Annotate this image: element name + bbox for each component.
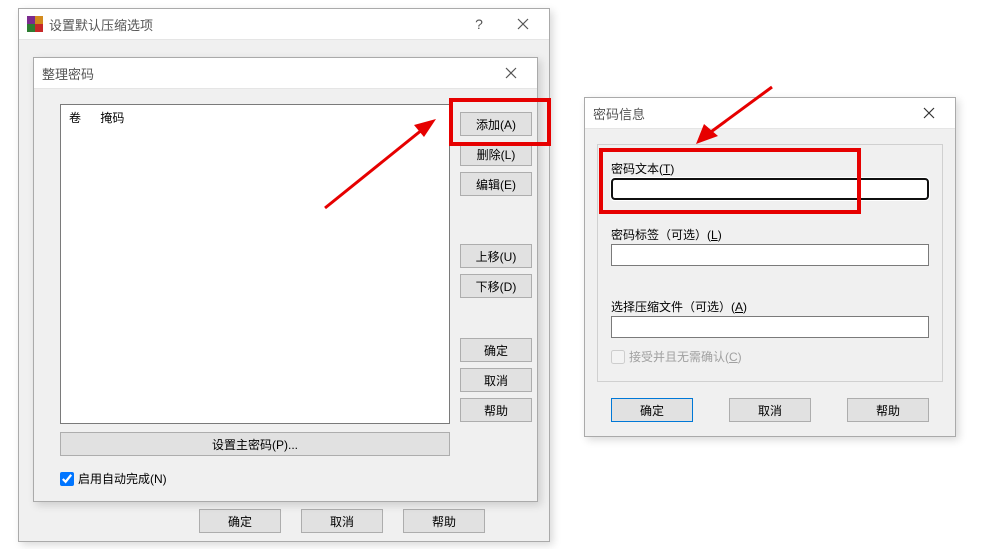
- parent-cancel-button[interactable]: 取消: [301, 509, 383, 533]
- default-compression-title: 设置默认压缩选项: [49, 15, 457, 34]
- password-listbox[interactable]: 卷 掩码: [60, 104, 450, 424]
- list-header: 卷 掩码: [61, 105, 449, 130]
- parent-help-button[interactable]: 帮助: [403, 509, 485, 533]
- select-archive-input[interactable]: [611, 316, 929, 338]
- delete-button[interactable]: 删除(L): [460, 142, 532, 166]
- pwdinfo-help-button[interactable]: 帮助: [847, 398, 929, 422]
- parent-ok-button[interactable]: 确定: [199, 509, 281, 533]
- password-label-label: 密码标签（可选）(L): [611, 226, 722, 243]
- password-text-input[interactable]: [611, 178, 929, 200]
- organize-titlebar: 整理密码: [34, 58, 537, 89]
- organize-ok-button[interactable]: 确定: [460, 338, 532, 362]
- autocomplete-checkbox[interactable]: [60, 472, 74, 486]
- pwdinfo-close-button[interactable]: [907, 99, 951, 127]
- winrar-icon: [27, 16, 43, 32]
- add-button[interactable]: 添加(A): [460, 112, 532, 136]
- organize-close-button[interactable]: [489, 59, 533, 87]
- move-down-button[interactable]: 下移(D): [460, 274, 532, 298]
- password-label-input[interactable]: [611, 244, 929, 266]
- close-titlebar-button[interactable]: [501, 10, 545, 38]
- pwdinfo-ok-button[interactable]: 确定: [611, 398, 693, 422]
- accept-no-confirm-checkbox[interactable]: [611, 350, 625, 364]
- col-volume: 卷: [69, 109, 97, 126]
- password-info-window: 密码信息 密码文本(T) 密码标签（可选）(L) 选择压缩文件（可选）(A) 接…: [584, 97, 956, 437]
- organize-title: 整理密码: [42, 64, 489, 83]
- pwdinfo-cancel-button[interactable]: 取消: [729, 398, 811, 422]
- help-titlebar-button[interactable]: ?: [457, 10, 501, 38]
- accept-no-confirm-row[interactable]: 接受并且无需确认(C): [611, 348, 742, 365]
- autocomplete-checkbox-row[interactable]: 启用自动完成(N): [60, 470, 167, 487]
- password-text-label: 密码文本(T): [611, 160, 674, 177]
- select-archive-label: 选择压缩文件（可选）(A): [611, 298, 747, 315]
- organize-help-button[interactable]: 帮助: [460, 398, 532, 422]
- set-master-password-button[interactable]: 设置主密码(P)...: [60, 432, 450, 456]
- pwdinfo-title: 密码信息: [593, 104, 907, 123]
- edit-button[interactable]: 编辑(E): [460, 172, 532, 196]
- pwdinfo-titlebar: 密码信息: [585, 98, 955, 129]
- organize-passwords-window: 整理密码 卷 掩码 添加(A) 删除(L) 编辑(E) 上移(U) 下移(D) …: [33, 57, 538, 502]
- move-up-button[interactable]: 上移(U): [460, 244, 532, 268]
- organize-cancel-button[interactable]: 取消: [460, 368, 532, 392]
- default-compression-titlebar: 设置默认压缩选项 ?: [19, 9, 549, 40]
- autocomplete-label: 启用自动完成(N): [78, 470, 167, 487]
- col-mask: 掩码: [100, 109, 124, 126]
